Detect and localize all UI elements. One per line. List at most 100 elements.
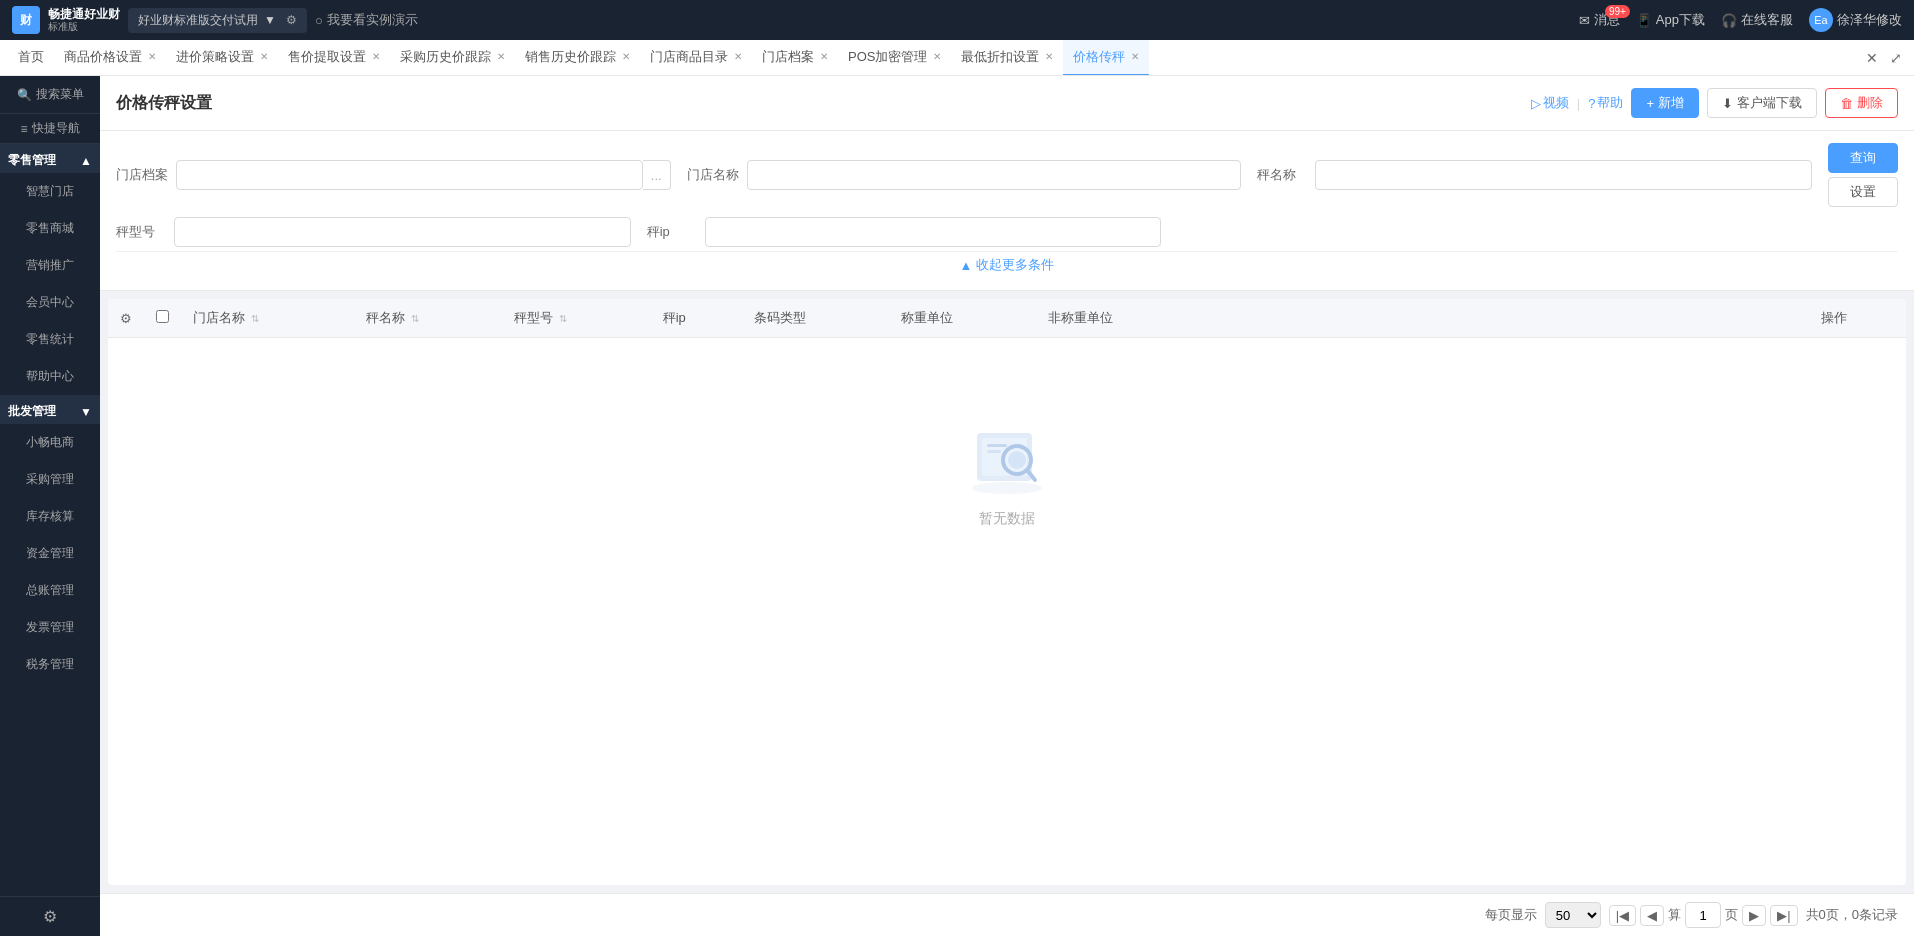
tab-home[interactable]: 首页 bbox=[8, 40, 54, 76]
tab-store-catalog-close[interactable]: ✕ bbox=[734, 51, 742, 62]
sidebar-section-wholesale[interactable]: 批发管理 ▼ bbox=[0, 395, 100, 424]
mini-ecom-label: 小畅电商 bbox=[26, 434, 74, 451]
sidebar-search-label: 搜索菜单 bbox=[36, 86, 84, 103]
video-link[interactable]: ▷ 视频 bbox=[1531, 94, 1569, 112]
scale-model-input[interactable] bbox=[174, 217, 631, 247]
per-page-label: 每页显示 bbox=[1485, 906, 1537, 924]
tab-sale-history[interactable]: 销售历史价跟踪 ✕ bbox=[515, 40, 640, 76]
delete-button[interactable]: 🗑 删除 bbox=[1825, 88, 1898, 118]
form-row-1: 门店档案 ... 门店名称 秤名称 查询 bbox=[116, 143, 1898, 207]
retail-collapse-icon: ▲ bbox=[80, 154, 92, 168]
page-header: 价格传秤设置 ▷ 视频 | ? 帮助 + 新增 ⬇ 客户端下载 bbox=[100, 76, 1914, 131]
add-button[interactable]: + 新增 bbox=[1631, 88, 1699, 118]
tab-pos-manage-label: POS加密管理 bbox=[848, 48, 927, 66]
tab-store-catalog-label: 门店商品目录 bbox=[650, 48, 728, 66]
sidebar-search[interactable]: 🔍 搜索菜单 bbox=[0, 76, 100, 114]
settings-icon[interactable]: ⚙ bbox=[286, 13, 297, 27]
sort-store-name-icon[interactable]: ⇅ bbox=[251, 313, 259, 324]
page-number-input[interactable] bbox=[1685, 902, 1721, 928]
collapse-btn[interactable]: ▲ 收起更多条件 bbox=[116, 251, 1898, 278]
tab-home-label: 首页 bbox=[18, 48, 44, 66]
first-page-btn[interactable]: |◀ bbox=[1609, 905, 1636, 926]
messages-btn[interactable]: ✉ 消息 99+ bbox=[1579, 11, 1620, 29]
retail-stats-label: 零售统计 bbox=[26, 331, 74, 348]
sidebar-quick-nav[interactable]: ≡ 快捷导航 bbox=[0, 114, 100, 144]
table-gear-icon[interactable]: ⚙ bbox=[120, 311, 132, 326]
sidebar-item-retail-mall[interactable]: 零售商城 bbox=[0, 210, 100, 247]
store-name-input[interactable] bbox=[747, 160, 1242, 190]
sidebar-item-tax[interactable]: 税务管理 bbox=[0, 646, 100, 683]
online-service-btn[interactable]: 🎧 在线客服 bbox=[1721, 11, 1793, 29]
demo-link[interactable]: ○ 我要看实例演示 bbox=[315, 11, 418, 29]
tab-product-price-label: 商品价格设置 bbox=[64, 48, 142, 66]
tab-min-discount-close[interactable]: ✕ bbox=[1045, 51, 1053, 62]
select-all-checkbox[interactable] bbox=[156, 310, 169, 323]
th-barcode-type: 条码类型 bbox=[742, 299, 889, 338]
sidebar-item-mini-ecom[interactable]: 小畅电商 bbox=[0, 424, 100, 461]
scale-ip-input[interactable] bbox=[705, 217, 1162, 247]
tab-store-catalog[interactable]: 门店商品目录 ✕ bbox=[640, 40, 752, 76]
sidebar-item-inventory[interactable]: 库存核算 bbox=[0, 498, 100, 535]
tab-price-scale-close[interactable]: ✕ bbox=[1131, 51, 1139, 62]
svg-rect-7 bbox=[987, 450, 1001, 453]
sidebar-section-retail[interactable]: 零售管理 ▲ bbox=[0, 144, 100, 173]
set-button[interactable]: 设置 bbox=[1828, 177, 1898, 207]
sort-scale-name-icon[interactable]: ⇅ bbox=[411, 313, 419, 324]
tab-purchase-strategy[interactable]: 进价策略设置 ✕ bbox=[166, 40, 278, 76]
last-page-btn[interactable]: ▶| bbox=[1770, 905, 1797, 926]
th-store-name: 门店名称 ⇅ bbox=[181, 299, 354, 338]
help-link[interactable]: ? 帮助 bbox=[1588, 94, 1623, 112]
download-icon: ⬇ bbox=[1722, 96, 1733, 111]
empty-text: 暂无数据 bbox=[979, 510, 1035, 528]
scale-name-input[interactable] bbox=[1315, 160, 1812, 190]
tab-sale-extract-close[interactable]: ✕ bbox=[372, 51, 380, 62]
prev-page-btn[interactable]: ◀ bbox=[1640, 905, 1664, 926]
sidebar-item-marketing[interactable]: 营销推广 bbox=[0, 247, 100, 284]
store-name-group: 门店名称 bbox=[687, 160, 1242, 190]
tab-restore[interactable]: ⤢ bbox=[1886, 46, 1906, 70]
sidebar-item-smart-store[interactable]: 智慧门店 bbox=[0, 173, 100, 210]
sidebar-item-member[interactable]: 会员中心 bbox=[0, 284, 100, 321]
tab-purchase-history[interactable]: 采购历史价跟踪 ✕ bbox=[390, 40, 515, 76]
sidebar-item-retail-stats[interactable]: 零售统计 bbox=[0, 321, 100, 358]
sidebar-item-general-ledger[interactable]: 总账管理 bbox=[0, 572, 100, 609]
avatar: Ea bbox=[1809, 8, 1833, 32]
sidebar-item-invoice[interactable]: 发票管理 bbox=[0, 609, 100, 646]
sidebar-item-purchase-mgmt[interactable]: 采购管理 bbox=[0, 461, 100, 498]
version-selector[interactable]: 好业财标准版交付试用 ▼ ⚙ bbox=[128, 8, 307, 33]
tab-product-price[interactable]: 商品价格设置 ✕ bbox=[54, 40, 166, 76]
download-button[interactable]: ⬇ 客户端下载 bbox=[1707, 88, 1817, 118]
tab-product-price-close[interactable]: ✕ bbox=[148, 51, 156, 62]
sidebar-item-help[interactable]: 帮助中心 bbox=[0, 358, 100, 395]
store-profile-dots[interactable]: ... bbox=[643, 160, 671, 190]
store-profile-input[interactable] bbox=[176, 160, 643, 190]
sidebar-item-finance[interactable]: 资金管理 bbox=[0, 535, 100, 572]
tab-pos-manage[interactable]: POS加密管理 ✕ bbox=[838, 40, 951, 76]
sort-scale-model-icon[interactable]: ⇅ bbox=[559, 313, 567, 324]
form-row-2: 秤型号 秤ip bbox=[116, 217, 1898, 247]
tab-sale-extract[interactable]: 售价提取设置 ✕ bbox=[278, 40, 390, 76]
user-menu[interactable]: Ea 徐泽华修改 bbox=[1809, 8, 1902, 32]
online-service-label: 在线客服 bbox=[1741, 11, 1793, 29]
tab-min-discount[interactable]: 最低折扣设置 ✕ bbox=[951, 40, 1063, 76]
page-label: 算 bbox=[1668, 906, 1681, 924]
tab-store-profile[interactable]: 门店档案 ✕ bbox=[752, 40, 838, 76]
svg-rect-6 bbox=[987, 444, 1007, 447]
tab-close-all[interactable]: ✕ bbox=[1862, 46, 1882, 70]
tab-pos-manage-close[interactable]: ✕ bbox=[933, 51, 941, 62]
empty-icon bbox=[957, 418, 1057, 498]
tab-sale-history-close[interactable]: ✕ bbox=[622, 51, 630, 62]
tab-purchase-strategy-close[interactable]: ✕ bbox=[260, 51, 268, 62]
help-icon: ? bbox=[1588, 96, 1595, 111]
next-page-btn[interactable]: ▶ bbox=[1742, 905, 1766, 926]
th-weight-unit: 称重单位 bbox=[889, 299, 1036, 338]
app-download-btn[interactable]: 📱 App下载 bbox=[1636, 11, 1705, 29]
tab-bar: 首页 商品价格设置 ✕ 进价策略设置 ✕ 售价提取设置 ✕ 采购历史价跟踪 ✕ … bbox=[0, 40, 1914, 76]
tab-price-scale[interactable]: 价格传秤 ✕ bbox=[1063, 40, 1149, 76]
tab-store-profile-close[interactable]: ✕ bbox=[820, 51, 828, 62]
per-page-select[interactable]: 50 10 20 100 bbox=[1545, 902, 1601, 928]
top-bar: 财 畅捷通好业财 标准版 好业财标准版交付试用 ▼ ⚙ ○ 我要看实例演示 ✉ … bbox=[0, 0, 1914, 40]
search-button[interactable]: 查询 bbox=[1828, 143, 1898, 173]
sidebar-gear-icon[interactable]: ⚙ bbox=[43, 908, 57, 925]
tab-purchase-history-close[interactable]: ✕ bbox=[497, 51, 505, 62]
